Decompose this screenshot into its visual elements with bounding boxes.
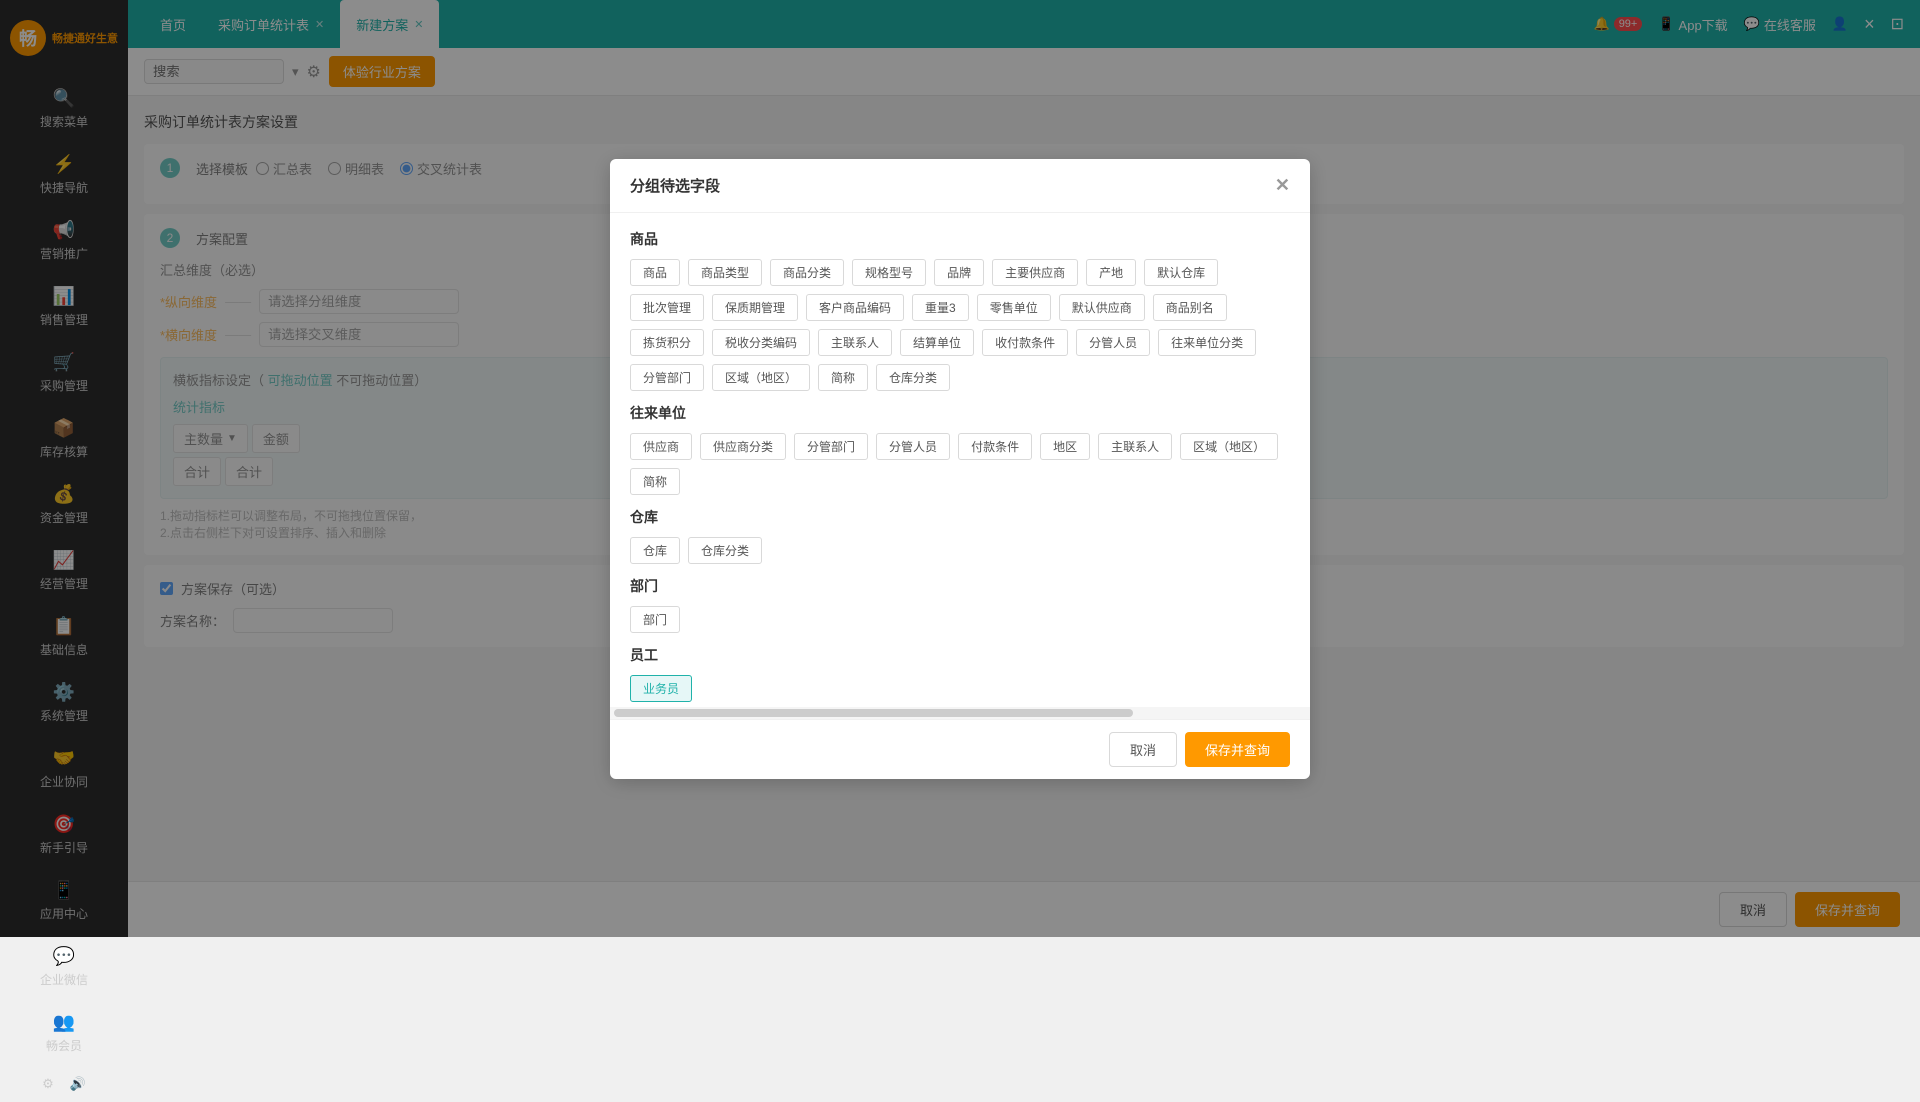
section-title-product: 商品 [630, 229, 1290, 249]
section-title-warehouse: 仓库 [630, 507, 1290, 527]
field-tag-product-type[interactable]: 商品类型 [688, 259, 762, 286]
field-tag-dept-mgr[interactable]: 分管人员 [876, 433, 950, 460]
field-tag-spec-type[interactable]: 规格型号 [852, 259, 926, 286]
modal-hscroll[interactable] [610, 707, 1310, 719]
modal-body: 商品商品商品类型商品分类规格型号品牌主要供应商产地默认仓库批次管理保质期管理客户… [610, 213, 1310, 707]
field-tag-from-unit-category[interactable]: 往来单位分类 [1158, 329, 1256, 356]
section-title-counterpart: 往来单位 [630, 403, 1290, 423]
field-tag-manager[interactable]: 分管人员 [1076, 329, 1150, 356]
hscroll-thumb [614, 709, 1133, 717]
field-tags-counterpart: 供应商供应商分类分管部门分管人员付款条件地区主联系人区域（地区） 简称 [630, 433, 1290, 495]
field-tag-area[interactable]: 地区 [1040, 433, 1090, 460]
sidebar-item-label-member: 畅会员 [46, 1037, 82, 1054]
field-tag-wh-category[interactable]: 仓库分类 [688, 537, 762, 564]
settings-bottom-icon[interactable]: ⚙ [42, 1076, 54, 1092]
field-tag-payment-terms[interactable]: 收付款条件 [982, 329, 1068, 356]
field-tag-validity-mgmt[interactable]: 保质期管理 [712, 294, 798, 321]
field-tag-department[interactable]: 部门 [630, 606, 680, 633]
sidebar-item-member[interactable]: 👥 畅会员 [40, 1000, 88, 1066]
field-tag-supplier-category[interactable]: 供应商分类 [700, 433, 786, 460]
wechat-icon: 💬 [53, 946, 75, 967]
field-tag-product[interactable]: 商品 [630, 259, 680, 286]
sidebar-item-label-wechat: 企业微信 [40, 971, 88, 988]
modal-save-btn[interactable]: 保存并查询 [1185, 732, 1290, 767]
section-title-dept: 部门 [630, 576, 1290, 596]
section-title-staff: 员工 [630, 645, 1290, 665]
sidebar-bottom: ⚙ 🔊 [42, 1066, 86, 1102]
field-select-modal: 分组待选字段 ✕ 商品商品商品类型商品分类规格型号品牌主要供应商产地默认仓库批次… [610, 159, 1310, 779]
sidebar-item-wechat[interactable]: 💬 企业微信 [40, 934, 88, 1000]
field-tag-main-contact[interactable]: 主联系人 [818, 329, 892, 356]
field-tag-main-supplier[interactable]: 主要供应商 [992, 259, 1078, 286]
field-tag-mgmt-dept[interactable]: 分管部门 [630, 364, 704, 391]
modal-title: 分组待选字段 [630, 175, 720, 196]
field-tag-short-name[interactable]: 简称 [818, 364, 868, 391]
field-tags-dept: 部门 [630, 606, 1290, 633]
modal-header: 分组待选字段 ✕ [610, 159, 1310, 213]
member-icon: 👥 [53, 1012, 75, 1033]
field-tag-default-warehouse[interactable]: 默认仓库 [1144, 259, 1218, 286]
modal-close-btn[interactable]: ✕ [1275, 175, 1290, 196]
field-tag-short-name2[interactable]: 简称 [630, 468, 680, 495]
field-tag-brand[interactable]: 品牌 [934, 259, 984, 286]
field-tag-default-supplier[interactable]: 默认供应商 [1059, 294, 1145, 321]
field-tags-staff: 业务员 [630, 675, 1290, 702]
field-tag-product-category[interactable]: 商品分类 [770, 259, 844, 286]
field-tag-payment-cond[interactable]: 付款条件 [958, 433, 1032, 460]
field-tag-origin[interactable]: 产地 [1086, 259, 1136, 286]
field-tag-tax-code[interactable]: 税收分类编码 [712, 329, 810, 356]
field-tag-weight3[interactable]: 重量3 [912, 294, 969, 321]
field-tag-customer-code[interactable]: 客户商品编码 [806, 294, 904, 321]
field-tag-retail-unit[interactable]: 零售单位 [977, 294, 1051, 321]
field-tag-batch-mgmt[interactable]: 批次管理 [630, 294, 704, 321]
field-tag-supplier[interactable]: 供应商 [630, 433, 692, 460]
field-tag-product-alias[interactable]: 商品别名 [1153, 294, 1227, 321]
field-tag-salesperson[interactable]: 业务员 [630, 675, 692, 702]
modal-cancel-btn[interactable]: 取消 [1109, 732, 1177, 767]
field-tag-warehouse-category[interactable]: 仓库分类 [876, 364, 950, 391]
field-tag-dept[interactable]: 分管部门 [794, 433, 868, 460]
field-tags-warehouse: 仓库仓库分类 [630, 537, 1290, 564]
field-tags-product: 商品商品类型商品分类规格型号品牌主要供应商产地默认仓库批次管理保质期管理客户商品… [630, 259, 1290, 391]
modal-footer: 取消 保存并查询 [610, 719, 1310, 779]
modal-overlay: 分组待选字段 ✕ 商品商品商品类型商品分类规格型号品牌主要供应商产地默认仓库批次… [0, 0, 1920, 937]
field-tag-region[interactable]: 区域（地区） [712, 364, 810, 391]
field-tag-region2[interactable]: 区域（地区） [1180, 433, 1278, 460]
field-tag-main-contact2[interactable]: 主联系人 [1098, 433, 1172, 460]
field-tag-wh[interactable]: 仓库 [630, 537, 680, 564]
field-tag-settlement-unit[interactable]: 结算单位 [900, 329, 974, 356]
sound-bottom-icon[interactable]: 🔊 [70, 1076, 86, 1092]
field-tag-pick-score[interactable]: 拣货积分 [630, 329, 704, 356]
